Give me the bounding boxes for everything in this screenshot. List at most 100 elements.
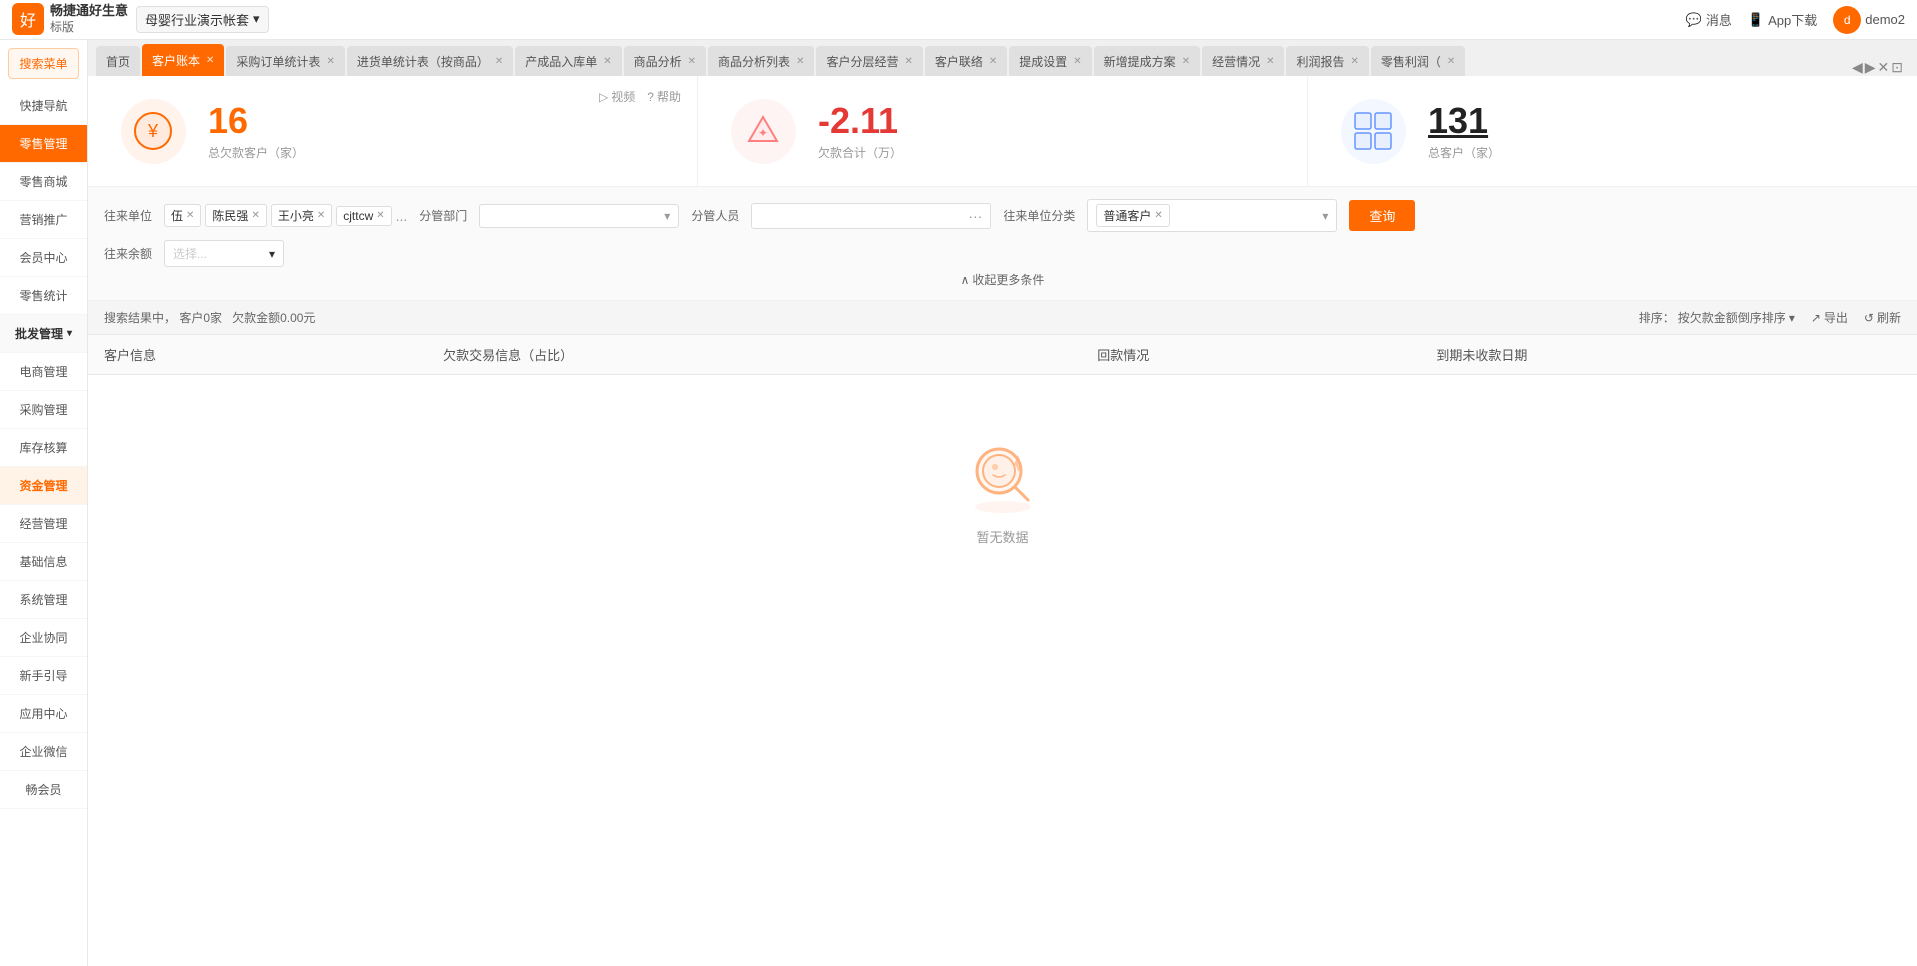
refresh-btn[interactable]: ↺ 刷新 <box>1864 309 1901 326</box>
sidebar-item-retail-stats[interactable]: 零售统计 <box>0 277 87 315</box>
app-download-btn[interactable]: 📱 App下载 <box>1748 10 1817 29</box>
sort-value: 按欠款金额倒序排序 <box>1678 309 1786 326</box>
balance-filter-select[interactable]: 选择... ▾ <box>164 240 284 267</box>
tab-profit-report[interactable]: 利润报告 ✕ <box>1286 46 1368 76</box>
tab-customer-accounts-label: 客户账本 <box>152 52 200 69</box>
sidebar-item-new-guide[interactable]: 新手引导 <box>0 657 87 695</box>
user-profile[interactable]: d demo2 <box>1833 6 1905 34</box>
person-more-icon[interactable]: ··· <box>968 208 982 224</box>
close-icon[interactable]: ✕ <box>989 56 997 67</box>
stat-total-values: 131 总客户（家） <box>1428 101 1500 162</box>
close-icon[interactable]: ✕ <box>1447 56 1455 67</box>
dept-filter-label: 分管部门 <box>419 207 467 224</box>
svg-text:¥: ¥ <box>147 121 159 141</box>
unit-tag-wang-delete[interactable]: ✕ <box>317 210 325 221</box>
tab-reminder-settings[interactable]: 提成设置 ✕ <box>1009 46 1091 76</box>
sidebar-item-basic-info[interactable]: 基础信息 <box>0 543 87 581</box>
tab-operations-status-label: 经营情况 <box>1212 53 1260 70</box>
sidebar-item-member-center[interactable]: 会员中心 <box>0 239 87 277</box>
tab-incoming-stats[interactable]: 进货单统计表（按商品） ✕ <box>347 46 513 76</box>
tab-product-analysis[interactable]: 商品分析 ✕ <box>624 46 706 76</box>
unit-category-tag-delete[interactable]: ✕ <box>1154 210 1162 221</box>
close-icon[interactable]: ✕ <box>904 56 912 67</box>
page-content: ¥ 16 总欠款客户（家） ▷ 视频 ? <box>88 76 1917 966</box>
sidebar-item-operations[interactable]: 经营管理 <box>0 505 87 543</box>
tab-customer-tier[interactable]: 客户分层经营 ✕ <box>816 46 922 76</box>
stat-total-label: 总客户（家） <box>1428 144 1500 161</box>
unit-tag-cjttcw-delete[interactable]: ✕ <box>376 210 384 221</box>
result-bar: 搜索结果中， 客户0家 欠款金额0.00元 排序： 按欠款金额倒序排序 ▾ ↗ <box>88 301 1917 335</box>
unit-tag-chen-text: 陈民强 <box>212 207 248 224</box>
tab-retail-profit[interactable]: 零售利润（ ✕ <box>1371 46 1465 76</box>
company-selector[interactable]: 母婴行业演示帐套 ▾ <box>136 6 269 33</box>
stat-total-count: 131 <box>1428 101 1500 141</box>
query-button[interactable]: 查询 <box>1349 200 1415 231</box>
sidebar-item-enterprise-wechat[interactable]: 企业微信 <box>0 733 87 771</box>
help-label: 帮助 <box>657 88 681 105</box>
message-btn[interactable]: 💬 消息 <box>1686 10 1732 29</box>
stats-row: ¥ 16 总欠款客户（家） ▷ 视频 ? <box>88 76 1917 187</box>
tab-customer-accounts[interactable]: 客户账本 ✕ <box>142 44 224 76</box>
sidebar-item-retail-mall[interactable]: 零售商城 <box>0 163 87 201</box>
tab-customer-contact[interactable]: 客户联络 ✕ <box>925 46 1007 76</box>
person-filter-select[interactable]: ··· <box>751 203 991 229</box>
close-icon[interactable]: ✕ <box>796 56 804 67</box>
unit-category-select[interactable]: 普通客户 ✕ ▾ <box>1087 199 1337 232</box>
close-icon[interactable]: ✕ <box>603 56 611 67</box>
search-result-text: 搜索结果中， 客户0家 欠款金额0.00元 <box>104 309 315 326</box>
tab-more-btn[interactable]: ◀ ▶ ✕ ⊡ <box>1846 59 1909 76</box>
tab-operations-status[interactable]: 经营情况 ✕ <box>1202 46 1284 76</box>
close-icon[interactable]: ✕ <box>495 56 503 67</box>
sidebar-item-enterprise-collab[interactable]: 企业协同 <box>0 619 87 657</box>
stat-debt-label: 欠款合计（万） <box>818 144 902 161</box>
sidebar-item-vip-member[interactable]: 畅会员 <box>0 771 87 809</box>
tab-new-achievement[interactable]: 新增提成方案 ✕ <box>1094 46 1200 76</box>
close-icon[interactable]: ✕ <box>1073 56 1081 67</box>
close-icon[interactable]: ✕ <box>1351 56 1359 67</box>
sidebar-item-zero-retail-mgmt[interactable]: 零售管理 <box>0 125 87 163</box>
unit-tag-chen-delete[interactable]: ✕ <box>251 210 259 221</box>
sidebar-item-purchase[interactable]: 采购管理 <box>0 391 87 429</box>
sort-selector[interactable]: 排序： 按欠款金额倒序排序 ▾ <box>1639 309 1795 326</box>
tab-purchase-order-stats[interactable]: 采购订单统计表 ✕ <box>226 46 344 76</box>
video-link[interactable]: ▷ 视频 <box>599 88 635 105</box>
stat-debtors-values: 16 总欠款客户（家） <box>208 101 304 162</box>
stat-icon-debtors: ¥ <box>118 96 188 166</box>
unit-category-label: 往来单位分类 <box>1003 207 1075 224</box>
collapse-btn[interactable]: ∧ 收起更多条件 <box>104 271 1901 288</box>
close-icon[interactable]: ✕ <box>326 56 334 67</box>
stat-debtors-label: 总欠款客户（家） <box>208 144 304 161</box>
top-bar: 好 畅捷通好生意 标版 母婴行业演示帐套 ▾ 💬 消息 📱 App下载 d de… <box>0 0 1917 40</box>
unit-tag-wu-text: 伍 <box>171 207 183 224</box>
sidebar-item-batch-mgmt[interactable]: 批发管理 ▾ <box>0 315 87 353</box>
tab-product-analysis-list[interactable]: 商品分析列表 ✕ <box>708 46 814 76</box>
sort-label: 排序： <box>1639 309 1675 326</box>
help-link[interactable]: ? 帮助 <box>647 88 681 105</box>
search-menu-btn[interactable]: 搜索菜单 <box>8 48 79 79</box>
result-bar-left: 搜索结果中， 客户0家 欠款金额0.00元 <box>104 309 315 326</box>
sidebar-item-sys-mgmt[interactable]: 系统管理 <box>0 581 87 619</box>
filter-area: 往来单位 伍 ✕ 陈民强 ✕ 王小亮 ✕ <box>88 187 1917 301</box>
unit-tags-more[interactable]: ... <box>396 208 408 224</box>
chevron-down-icon: ▾ <box>664 209 670 223</box>
sidebar-item-marketing[interactable]: 营销推广 <box>0 201 87 239</box>
close-icon[interactable]: ✕ <box>1182 56 1190 67</box>
close-icon[interactable]: ✕ <box>206 55 214 66</box>
sidebar-item-inventory[interactable]: 库存核算 <box>0 429 87 467</box>
sidebar-item-ecommerce[interactable]: 电商管理 <box>0 353 87 391</box>
close-icon[interactable]: ✕ <box>688 56 696 67</box>
tab-product-analysis-list-label: 商品分析列表 <box>718 53 790 70</box>
close-icon[interactable]: ✕ <box>1266 56 1274 67</box>
sidebar-item-quick-nav[interactable]: 快捷导航 <box>0 87 87 125</box>
sidebar-item-finance[interactable]: 资金管理 <box>0 467 87 505</box>
unit-tag-chen: 陈民强 ✕ <box>205 204 266 227</box>
unit-tag-wu-delete[interactable]: ✕ <box>186 210 194 221</box>
debtor-icon: ¥ <box>121 99 186 164</box>
stat-card-debt-amount: ✦ -2.11 欠款合计（万） <box>698 76 1308 186</box>
tab-home[interactable]: 首页 <box>96 46 140 76</box>
dept-filter-select[interactable]: ▾ <box>479 204 679 228</box>
tab-profit-report-label: 利润报告 <box>1296 53 1344 70</box>
tab-product-inbound[interactable]: 产成品入库单 ✕ <box>515 46 621 76</box>
export-btn[interactable]: ↗ 导出 <box>1811 309 1848 326</box>
sidebar-item-app-center[interactable]: 应用中心 <box>0 695 87 733</box>
